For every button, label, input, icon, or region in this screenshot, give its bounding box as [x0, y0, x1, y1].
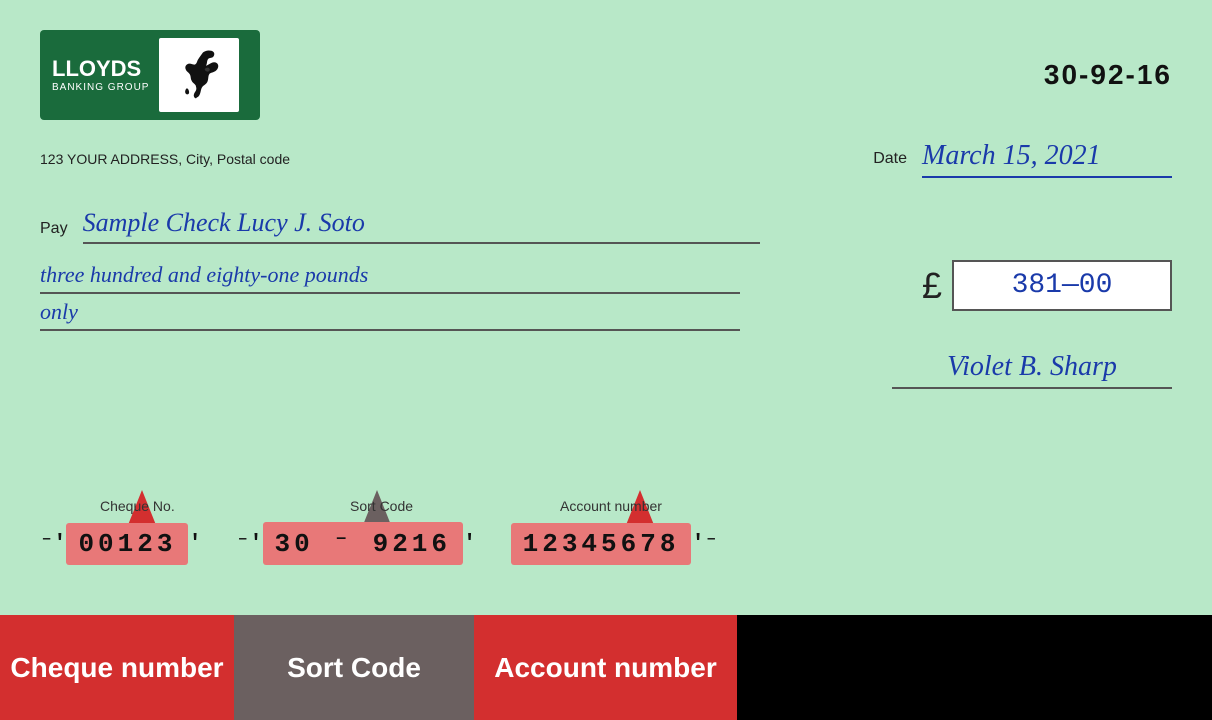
bottom-account-label: Account number	[474, 615, 737, 720]
micr-labels: Cheque No. Sort Code Account number	[40, 498, 1172, 514]
date-label: Date	[873, 150, 907, 168]
horse-icon	[167, 43, 232, 108]
right-panel: £ 381—00 Violet B. Sharp	[892, 260, 1172, 389]
micr-row: ⁻ ' 00123 ' ⁻ ' 30 ⁻ 9216 ' 12345678 ' ⁻	[40, 522, 1172, 565]
account-number-field: 12345678	[511, 523, 692, 565]
micr-sep-1	[206, 531, 232, 556]
micr-bracket-7: '	[691, 531, 704, 556]
sort-code-top: 30-92-16	[1044, 59, 1172, 91]
bottom-cheque-label: Cheque number	[0, 615, 234, 720]
address-row: 123 YOUR ADDRESS, City, Postal code Date…	[40, 140, 1172, 178]
micr-bracket-6: '	[463, 531, 476, 556]
micr-bracket-4: ⁻	[236, 531, 249, 557]
sort-code-label: Sort Code	[350, 498, 510, 514]
amount-words-line2: only	[40, 299, 740, 331]
cheque-number-field: 00123	[66, 523, 188, 565]
signature: Violet B. Sharp	[892, 351, 1172, 389]
pound-symbol: £	[922, 265, 942, 307]
amount-box: 381—00	[952, 260, 1172, 311]
date-value: March 15, 2021	[922, 140, 1172, 178]
micr-bracket-2: '	[53, 531, 66, 556]
micr-bracket-5: '	[249, 531, 262, 556]
pay-name: Sample Check Lucy J. Soto	[83, 208, 760, 244]
top-row: LLOYDS BANKING GROUP 30-92-16	[40, 30, 1172, 120]
cheque-no-label: Cheque No.	[100, 498, 270, 514]
micr-sep-2	[480, 531, 506, 556]
pay-row: Pay Sample Check Lucy J. Soto	[40, 208, 760, 244]
amount-words-line1: three hundred and eighty-one pounds	[40, 262, 740, 294]
micr-bracket-8: ⁻	[705, 531, 718, 557]
bank-name-line2: BANKING GROUP	[52, 82, 149, 93]
sort-code-field: 30 ⁻ 9216	[263, 522, 463, 565]
bank-name-line1: LLOYDS	[52, 57, 149, 81]
micr-bracket-3: '	[188, 531, 201, 556]
horse-box	[159, 38, 239, 112]
bottom-labels-bar: Cheque number Sort Code Account number	[0, 615, 1212, 720]
micr-bracket-1: ⁻	[40, 531, 53, 557]
account-number-label: Account number	[560, 498, 662, 514]
micr-section: Cheque No. Sort Code Account number ⁻ ' …	[40, 498, 1172, 565]
bottom-sort-label: Sort Code	[234, 615, 474, 720]
date-row: Date March 15, 2021	[873, 140, 1172, 178]
bank-logo: LLOYDS BANKING GROUP	[40, 30, 260, 120]
amount-box-row: £ 381—00	[922, 260, 1172, 311]
address: 123 YOUR ADDRESS, City, Postal code	[40, 151, 290, 167]
pay-label: Pay	[40, 220, 68, 238]
cheque-document: LLOYDS BANKING GROUP 30-92-16 123 YOUR A…	[0, 0, 1212, 615]
